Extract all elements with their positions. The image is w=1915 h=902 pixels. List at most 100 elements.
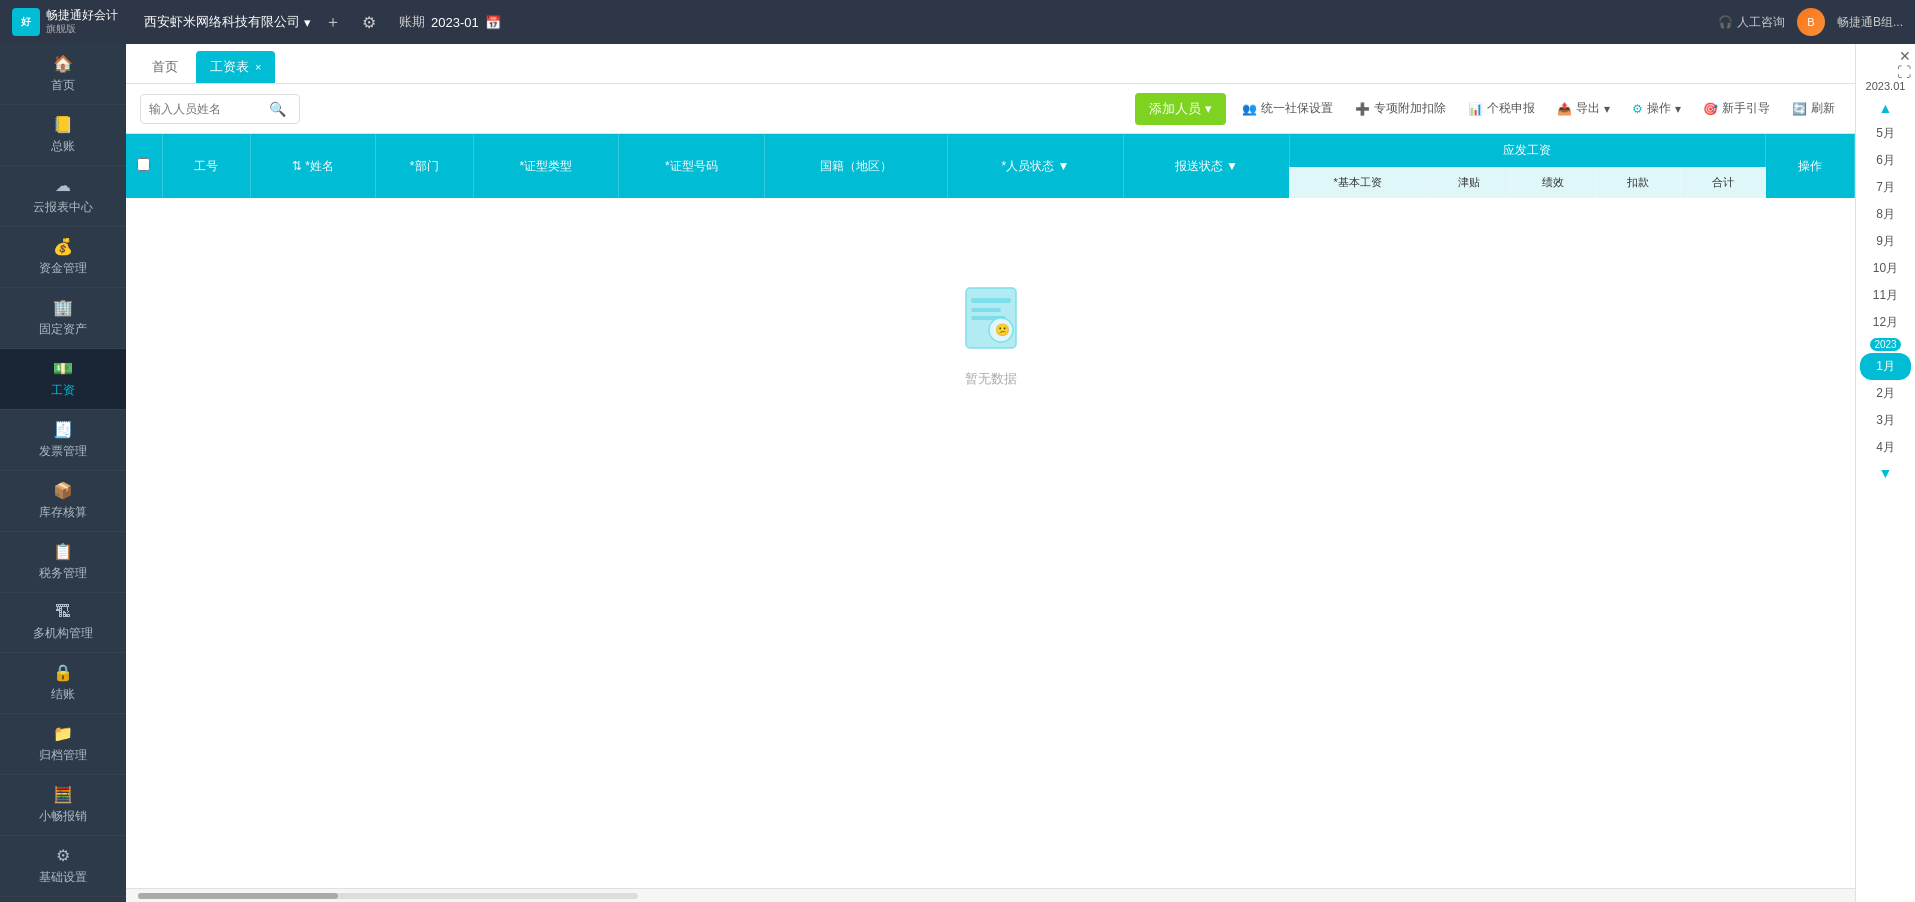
scrollbar-thumb[interactable] [138, 893, 338, 899]
month-12[interactable]: 12月 [1856, 309, 1915, 336]
panel-down-arrow[interactable]: ▼ [1875, 461, 1897, 485]
sidebar-item-fixed-asset[interactable]: 🏢 固定资产 [0, 288, 126, 349]
special-deduction-btn[interactable]: ➕ 专项附加扣除 [1349, 93, 1452, 125]
sidebar-item-settings[interactable]: ⚙ 基础设置 [0, 836, 126, 897]
special-deduction-label: 专项附加扣除 [1374, 100, 1446, 117]
fund-icon: 💰 [53, 237, 73, 256]
user-avatar[interactable]: B [1797, 8, 1825, 36]
service-label: 人工咨询 [1737, 14, 1785, 31]
month-3[interactable]: 3月 [1856, 407, 1915, 434]
sidebar-item-salary[interactable]: 💵 工资 [0, 349, 126, 410]
sidebar-label-invoice: 发票管理 [39, 443, 87, 460]
archive-icon: 📁 [53, 724, 73, 743]
bottom-scrollbar[interactable] [126, 888, 1855, 902]
tax-report-label: 个税申报 [1487, 100, 1535, 117]
month-7[interactable]: 7月 [1856, 174, 1915, 201]
th-checkbox[interactable] [126, 134, 162, 198]
tab-home-label: 首页 [152, 58, 178, 76]
th-id-type: *证型类型 [473, 134, 618, 198]
search-wrap[interactable]: 🔍 [140, 94, 300, 124]
sidebar: 🏠 首页 📒 总账 ☁ 云报表中心 💰 资金管理 🏢 固定资产 💵 工资 🧾 发… [0, 44, 126, 902]
sidebar-label-ledger: 总账 [51, 138, 75, 155]
table-header-row1: 工号 ⇅ *姓名 *部门 *证型类型 *证型号码 国籍（地区） *人员状态 ▼ [126, 134, 1855, 167]
year-2023-label[interactable]: 2023 [1870, 338, 1900, 351]
th-operations: 操作 [1766, 134, 1855, 198]
refresh-icon: 🔄 [1792, 102, 1807, 116]
add-person-arrow: ▾ [1205, 101, 1212, 116]
table-wrap: 工号 ⇅ *姓名 *部门 *证型类型 *证型号码 国籍（地区） *人员状态 ▼ [126, 134, 1855, 888]
sidebar-item-inventory[interactable]: 📦 库存核算 [0, 471, 126, 532]
th-base-salary: *基本工资 [1289, 167, 1426, 198]
operations-btn[interactable]: ⚙ 操作 ▾ [1626, 93, 1687, 125]
th-status[interactable]: *人员状态 ▼ [948, 134, 1123, 198]
tab-home[interactable]: 首页 [138, 51, 192, 83]
sidebar-item-cloud-report[interactable]: ☁ 云报表中心 [0, 166, 126, 227]
th-report-filter: ▼ [1226, 159, 1238, 173]
month-4[interactable]: 4月 [1856, 434, 1915, 461]
month-9[interactable]: 9月 [1856, 228, 1915, 255]
sidebar-item-fund[interactable]: 💰 资金管理 [0, 227, 126, 288]
newbie-label: 新手引导 [1722, 100, 1770, 117]
tab-salary-close[interactable]: × [255, 61, 261, 73]
sidebar-item-tax[interactable]: 📋 税务管理 [0, 532, 126, 593]
month-8[interactable]: 8月 [1856, 201, 1915, 228]
month-6[interactable]: 6月 [1856, 147, 1915, 174]
export-icon: 📤 [1557, 102, 1572, 116]
sidebar-item-ledger[interactable]: 📒 总账 [0, 105, 126, 166]
newbie-icon: 🎯 [1703, 102, 1718, 116]
month-10[interactable]: 10月 [1856, 255, 1915, 282]
expense-icon: 🧮 [53, 785, 73, 804]
sidebar-label-asset: 固定资产 [39, 321, 87, 338]
newbie-guide-btn[interactable]: 🎯 新手引导 [1697, 93, 1776, 125]
tax-report-btn[interactable]: 📊 个税申报 [1462, 93, 1541, 125]
username: 畅捷通B组... [1837, 14, 1903, 31]
service-btn[interactable]: 🎧 人工咨询 [1718, 14, 1785, 31]
month-2[interactable]: 2月 [1856, 380, 1915, 407]
operations-label: 操作 [1647, 100, 1671, 117]
social-insurance-btn[interactable]: 👥 统一社保设置 [1236, 93, 1339, 125]
th-report-label: 报送状态 [1175, 159, 1223, 173]
month-5[interactable]: 5月 [1856, 120, 1915, 147]
content-area: 首页 工资表 × 🔍 添加人员 ▾ 👥 统一社保设置 ➕ [126, 44, 1855, 902]
th-report-status[interactable]: 报送状态 ▼ [1123, 134, 1289, 198]
add-company-btn[interactable]: ＋ [319, 8, 347, 36]
asset-icon: 🏢 [53, 298, 73, 317]
svg-rect-1 [971, 298, 1011, 303]
add-person-btn[interactable]: 添加人员 ▾ [1135, 93, 1226, 125]
settings-btn[interactable]: ⚙ [355, 8, 383, 36]
month-1[interactable]: 1月 [1860, 353, 1911, 380]
scrollbar-track[interactable] [138, 893, 638, 899]
tab-salary[interactable]: 工资表 × [196, 51, 275, 83]
company-name: 西安虾米网络科技有限公司 [144, 13, 300, 31]
export-btn[interactable]: 📤 导出 ▾ [1551, 93, 1616, 125]
sidebar-item-home[interactable]: 🏠 首页 [0, 44, 126, 105]
inventory-icon: 📦 [53, 481, 73, 500]
sidebar-item-invoice[interactable]: 🧾 发票管理 [0, 410, 126, 471]
sidebar-item-multi-org[interactable]: 🏗 多机构管理 [0, 593, 126, 653]
tax-report-icon: 📊 [1468, 102, 1483, 116]
panel-up-arrow[interactable]: ▲ [1875, 96, 1897, 120]
search-input[interactable] [149, 102, 269, 116]
th-name[interactable]: ⇅ *姓名 [251, 134, 375, 198]
panel-close-btn[interactable]: ✕ [1899, 48, 1911, 64]
panel-maximize-btn[interactable]: ⛶ [1897, 64, 1911, 80]
invoice-icon: 🧾 [53, 420, 73, 439]
export-arrow: ▾ [1604, 102, 1610, 116]
month-11[interactable]: 11月 [1856, 282, 1915, 309]
logo: 好 畅捷通好会计 旗舰版 [12, 8, 132, 36]
sidebar-item-close-accounts[interactable]: 🔒 结账 [0, 653, 126, 714]
current-period-display: 2023.01 [1866, 80, 1906, 92]
sidebar-item-expense[interactable]: 🧮 小畅报销 [0, 775, 126, 836]
calendar-icon[interactable]: 📅 [485, 15, 501, 30]
sidebar-item-archive[interactable]: 📁 归档管理 [0, 714, 126, 775]
select-all-checkbox[interactable] [137, 158, 150, 171]
refresh-btn[interactable]: 🔄 刷新 [1786, 93, 1841, 125]
sidebar-item-guide[interactable]: 🚀 新手引导 [0, 897, 126, 902]
svg-rect-2 [971, 308, 1001, 312]
company-dropdown-icon[interactable]: ▾ [304, 15, 311, 30]
operations-icon: ⚙ [1632, 102, 1643, 116]
company-selector[interactable]: 西安虾米网络科技有限公司 ▾ [144, 13, 311, 31]
logo-text-wrap: 畅捷通好会计 旗舰版 [46, 8, 118, 36]
tax-icon: 📋 [53, 542, 73, 561]
special-deduction-icon: ➕ [1355, 102, 1370, 116]
